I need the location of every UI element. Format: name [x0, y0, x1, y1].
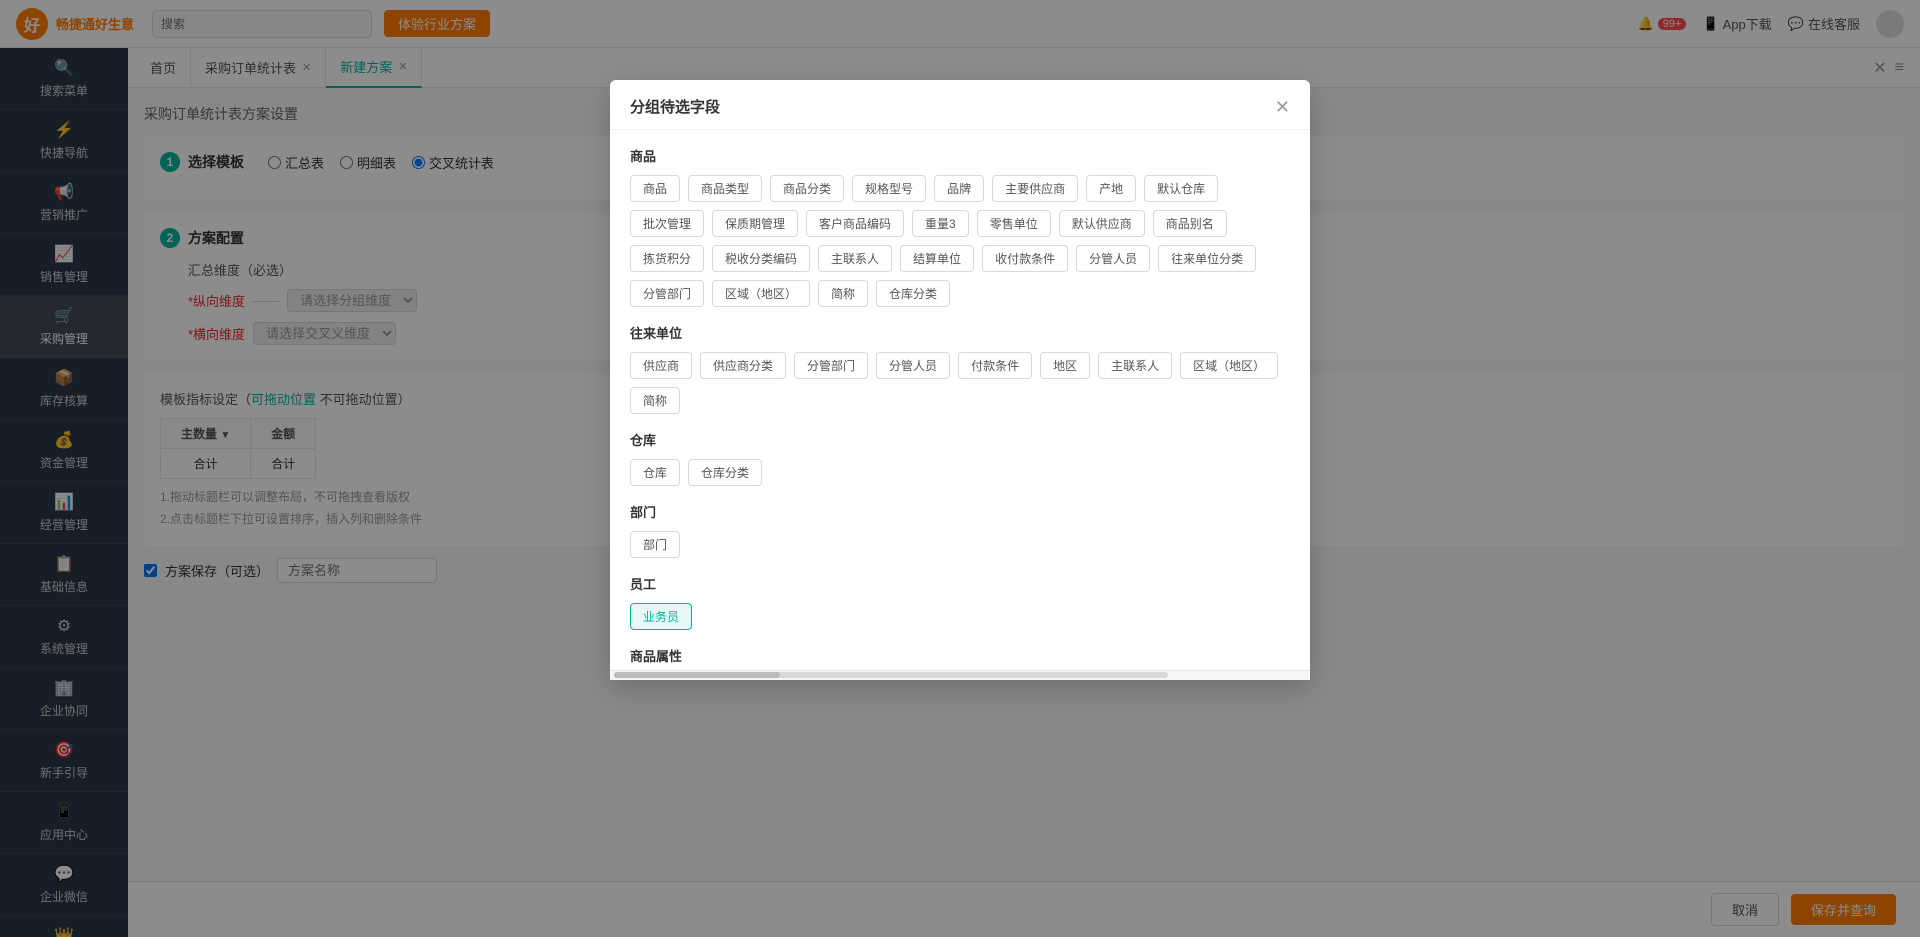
tag-source-unit-category[interactable]: 往来单位分类: [1158, 245, 1256, 272]
tag-brand[interactable]: 品牌: [934, 175, 984, 202]
tag-salesman[interactable]: 业务员: [630, 603, 692, 630]
tag-wh-category[interactable]: 仓库分类: [688, 459, 762, 486]
hscroll-thumb[interactable]: [614, 672, 780, 678]
tag-product-alias[interactable]: 商品别名: [1153, 210, 1227, 237]
tag-spec-type[interactable]: 规格型号: [852, 175, 926, 202]
tag-default-warehouse[interactable]: 默认仓库: [1144, 175, 1218, 202]
section-partner-title: 往来单位: [630, 323, 1290, 342]
staff-tags: 业务员: [630, 603, 1290, 630]
tag-region2[interactable]: 区域（地区）: [1180, 352, 1278, 379]
tag-origin[interactable]: 产地: [1086, 175, 1136, 202]
tag-supplier-category[interactable]: 供应商分类: [700, 352, 786, 379]
partner-tags: 供应商 供应商分类 分管部门 分管人员 付款条件 地区 主联系人 区域（地区） …: [630, 352, 1290, 414]
dialog-close-btn[interactable]: ✕: [1275, 98, 1290, 116]
tag-dept-mgmt[interactable]: 分管部门: [630, 280, 704, 307]
tag-product-type[interactable]: 商品类型: [688, 175, 762, 202]
tag-dept-partner[interactable]: 分管部门: [794, 352, 868, 379]
tag-short-name[interactable]: 简称: [818, 280, 868, 307]
tag-manager[interactable]: 分管人员: [1076, 245, 1150, 272]
hscroll-track: [614, 672, 1168, 678]
section-warehouse-title: 仓库: [630, 430, 1290, 449]
tag-settlement-unit[interactable]: 结算单位: [900, 245, 974, 272]
section-department-title: 部门: [630, 502, 1290, 521]
product-tags: 商品 商品类型 商品分类 规格型号 品牌 主要供应商 产地 默认仓库 批次管理 …: [630, 175, 1290, 307]
tag-payment-terms[interactable]: 收付款条件: [982, 245, 1068, 272]
tag-default-supplier[interactable]: 默认供应商: [1059, 210, 1145, 237]
department-tags: 部门: [630, 531, 1290, 558]
section-staff: 员工 业务员: [630, 574, 1290, 630]
tag-quality-mgmt[interactable]: 保质期管理: [712, 210, 798, 237]
dialog-title: 分组待选字段: [630, 96, 720, 117]
tag-weight3[interactable]: 重量3: [912, 210, 969, 237]
section-department: 部门 部门: [630, 502, 1290, 558]
dialog-hscroll[interactable]: [610, 670, 1310, 680]
tag-dept-field[interactable]: 部门: [630, 531, 680, 558]
tag-region[interactable]: 区域（地区）: [712, 280, 810, 307]
section-partner: 往来单位 供应商 供应商分类 分管部门 分管人员 付款条件 地区 主联系人 区域…: [630, 323, 1290, 414]
tag-wh[interactable]: 仓库: [630, 459, 680, 486]
tag-abbr[interactable]: 简称: [630, 387, 680, 414]
dialog-overlay: 分组待选字段 ✕ 商品 商品 商品类型 商品分类 规格型号 品牌 主要供应商 产…: [0, 0, 1920, 937]
tag-customer-code[interactable]: 客户商品编码: [806, 210, 904, 237]
tag-pickup-points[interactable]: 拣货积分: [630, 245, 704, 272]
field-select-dialog: 分组待选字段 ✕ 商品 商品 商品类型 商品分类 规格型号 品牌 主要供应商 产…: [610, 80, 1310, 680]
tag-tax-category[interactable]: 税收分类编码: [712, 245, 810, 272]
dialog-header: 分组待选字段 ✕: [610, 80, 1310, 130]
tag-payment-condition[interactable]: 付款条件: [958, 352, 1032, 379]
tag-product-category[interactable]: 商品分类: [770, 175, 844, 202]
tag-district[interactable]: 地区: [1040, 352, 1090, 379]
section-staff-title: 员工: [630, 574, 1290, 593]
tag-supplier[interactable]: 供应商: [630, 352, 692, 379]
dialog-body: 商品 商品 商品类型 商品分类 规格型号 品牌 主要供应商 产地 默认仓库 批次…: [610, 130, 1310, 670]
warehouse-tags: 仓库 仓库分类: [630, 459, 1290, 486]
tag-batch-mgmt[interactable]: 批次管理: [630, 210, 704, 237]
tag-dept-person[interactable]: 分管人员: [876, 352, 950, 379]
tag-warehouse-category[interactable]: 仓库分类: [876, 280, 950, 307]
tag-contact[interactable]: 主联系人: [1098, 352, 1172, 379]
section-product-attr-title: 商品属性: [630, 646, 1290, 665]
tag-main-contact[interactable]: 主联系人: [818, 245, 892, 272]
tag-main-supplier[interactable]: 主要供应商: [992, 175, 1078, 202]
tag-product[interactable]: 商品: [630, 175, 680, 202]
section-product-title: 商品: [630, 146, 1290, 165]
section-warehouse: 仓库 仓库 仓库分类: [630, 430, 1290, 486]
tag-retail-unit[interactable]: 零售单位: [977, 210, 1051, 237]
section-product: 商品 商品 商品类型 商品分类 规格型号 品牌 主要供应商 产地 默认仓库 批次…: [630, 146, 1290, 307]
section-product-attr: 商品属性 属性 颜色 多规格 尺码 鞋码 1: [630, 646, 1290, 670]
